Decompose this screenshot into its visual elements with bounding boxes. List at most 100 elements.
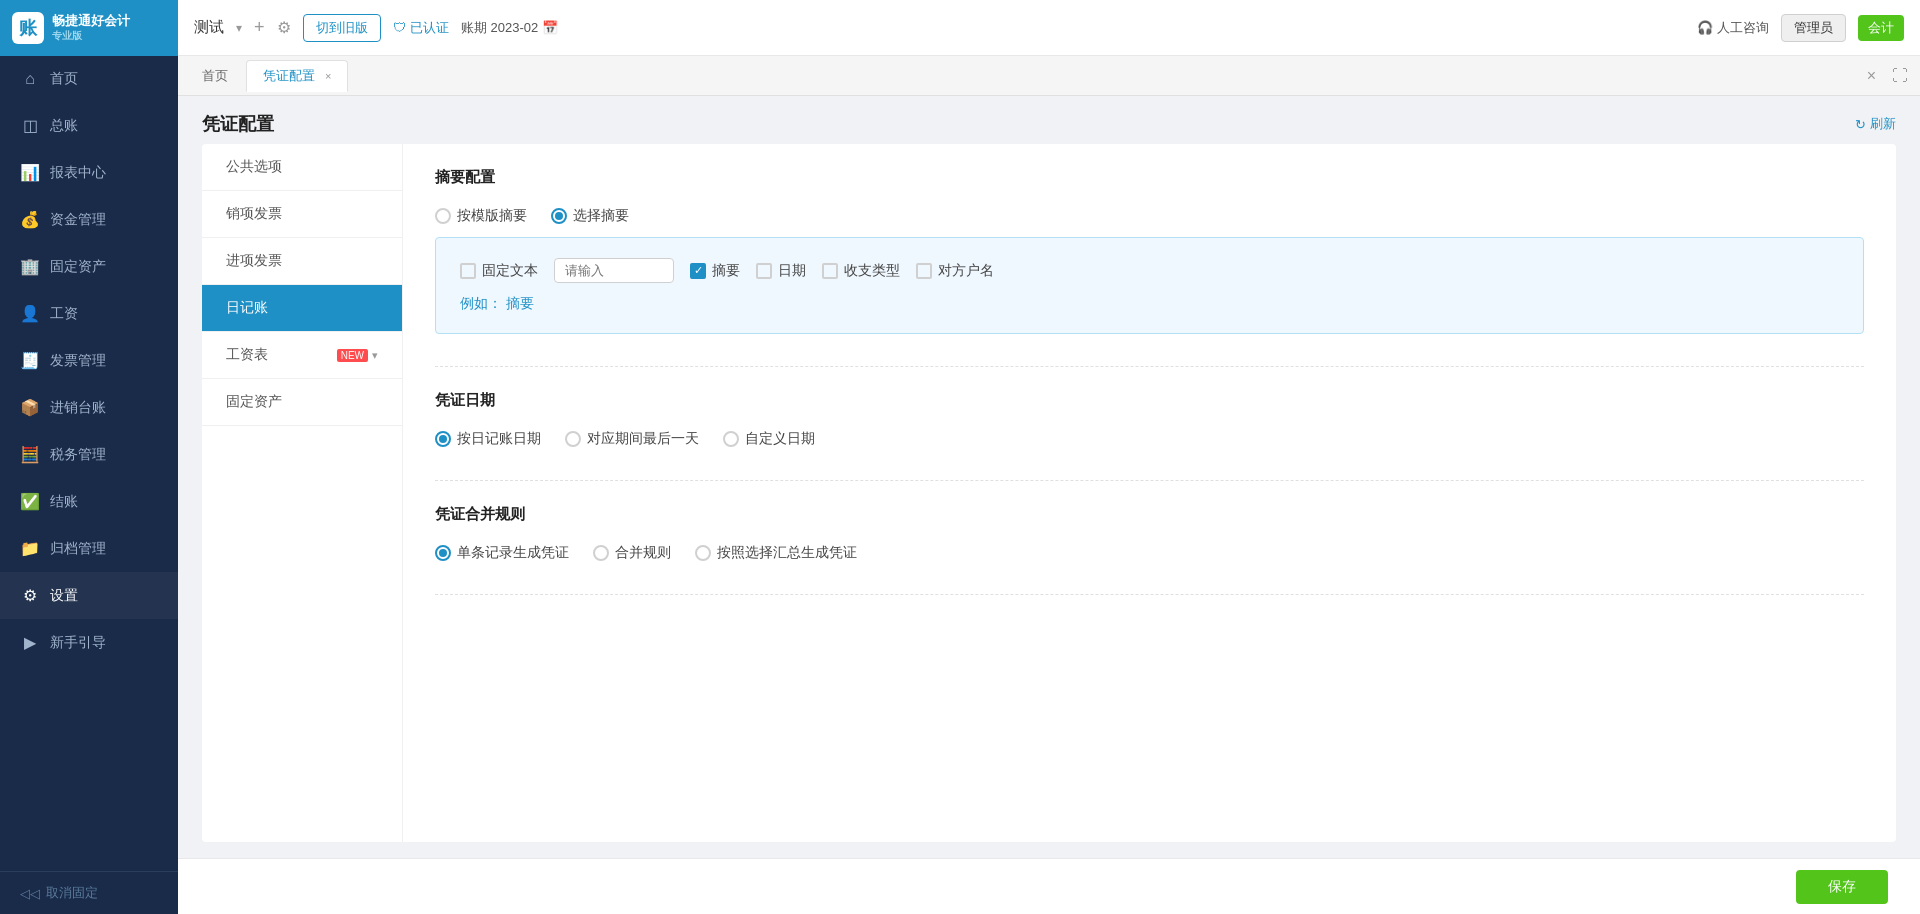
radio-template[interactable]: 按模版摘要 <box>435 207 527 225</box>
fixed-text-checkbox[interactable]: 固定文本 <box>460 262 538 280</box>
cancel-fixed-button[interactable]: ◁◁ 取消固定 <box>0 871 178 914</box>
sidebar-item-guide[interactable]: ▶ 新手引导 <box>0 619 178 666</box>
tab-close-icon[interactable]: × <box>325 70 331 82</box>
sidebar-item-reports[interactable]: 📊 报表中心 <box>0 149 178 196</box>
new-badge: NEW <box>337 349 368 362</box>
sidebar: 账 畅捷通好会计 专业版 ⌂ 首页 ◫ 总账 📊 报表中心 💰 资金管理 🏢 固… <box>0 0 178 914</box>
left-nav-journal-label: 日记账 <box>226 299 268 315</box>
refresh-icon: ↻ <box>1855 117 1866 132</box>
bottom-bar: 保存 <box>178 858 1920 914</box>
left-nav-payroll-table[interactable]: 工资表 NEW ▾ <box>202 332 402 379</box>
calendar-icon[interactable]: 📅 <box>542 20 558 35</box>
sidebar-item-label: 报表中心 <box>50 164 106 182</box>
fixed-text-input[interactable] <box>554 258 674 283</box>
summary-checkbox[interactable]: 摘要 <box>690 262 740 280</box>
counterpart-checkbox-box <box>916 263 932 279</box>
radio-merge-rule[interactable]: 合并规则 <box>593 544 671 562</box>
radio-period-last[interactable]: 对应期间最后一天 <box>565 430 699 448</box>
settings-icon: ⚙ <box>20 586 40 605</box>
tab-home[interactable]: 首页 <box>186 61 244 91</box>
radio-select-merge-circle <box>695 545 711 561</box>
switch-old-version-button[interactable]: 切到旧版 <box>303 14 381 42</box>
refresh-label: 刷新 <box>1870 115 1896 133</box>
app-logo-icon: 账 <box>12 12 44 44</box>
sidebar-item-label: 总账 <box>50 117 78 135</box>
archive-icon: 📁 <box>20 539 40 558</box>
summary-checkbox-box <box>690 263 706 279</box>
sidebar-item-home[interactable]: ⌂ 首页 <box>0 56 178 102</box>
shield-icon: 🛡 <box>393 20 406 35</box>
sidebar-item-invoice[interactable]: 🧾 发票管理 <box>0 337 178 384</box>
sidebar-nav: ⌂ 首页 ◫ 总账 📊 报表中心 💰 资金管理 🏢 固定资产 👤 工资 🧾 发票… <box>0 56 178 871</box>
sidebar-item-ledger[interactable]: ◫ 总账 <box>0 102 178 149</box>
tabbar: 首页 凭证配置 × × ⛶ <box>178 56 1920 96</box>
guide-icon: ▶ <box>20 633 40 652</box>
counterpart-checkbox[interactable]: 对方户名 <box>916 262 994 280</box>
sidebar-item-funds[interactable]: 💰 资金管理 <box>0 196 178 243</box>
radio-journal-date[interactable]: 按日记账日期 <box>435 430 541 448</box>
radio-journal-date-label: 按日记账日期 <box>457 430 541 448</box>
date-section-title: 凭证日期 <box>435 391 1864 410</box>
sidebar-item-label: 新手引导 <box>50 634 106 652</box>
divider-2 <box>435 480 1864 481</box>
app-sub: 专业版 <box>52 29 130 43</box>
consultant-label: 人工咨询 <box>1717 19 1769 37</box>
headset-icon: 🎧 <box>1697 20 1713 35</box>
sidebar-item-payroll[interactable]: 👤 工资 <box>0 290 178 337</box>
sidebar-item-label: 资金管理 <box>50 211 106 229</box>
radio-merge-rule-circle <box>593 545 609 561</box>
fixed-text-checkbox-box <box>460 263 476 279</box>
sidebar-item-label: 归档管理 <box>50 540 106 558</box>
divider-1 <box>435 366 1864 367</box>
tab-actions: × ⛶ <box>1863 63 1912 89</box>
left-nav-purchase-invoice[interactable]: 进项发票 <box>202 238 402 285</box>
example-text: 例如： 摘要 <box>460 295 1839 313</box>
refresh-button[interactable]: ↻ 刷新 <box>1855 115 1896 133</box>
company-chevron-icon[interactable]: ▾ <box>236 21 242 35</box>
radio-single-label: 单条记录生成凭证 <box>457 544 569 562</box>
verified-label: 已认证 <box>410 19 449 37</box>
payment-type-checkbox[interactable]: 收支类型 <box>822 262 900 280</box>
radio-custom-date[interactable]: 自定义日期 <box>723 430 815 448</box>
left-nav-sales-invoice[interactable]: 销项发票 <box>202 191 402 238</box>
radio-select[interactable]: 选择摘要 <box>551 207 629 225</box>
merge-section-title: 凭证合并规则 <box>435 505 1864 524</box>
add-company-button[interactable]: + <box>254 17 265 38</box>
sidebar-item-sales[interactable]: 📦 进销台账 <box>0 384 178 431</box>
left-nav-fixed-assets[interactable]: 固定资产 <box>202 379 402 426</box>
topbar-settings-icon[interactable]: ⚙ <box>277 18 291 37</box>
consultant-button[interactable]: 🎧 人工咨询 <box>1697 19 1769 37</box>
sidebar-item-label: 工资 <box>50 305 78 323</box>
tab-voucher-config[interactable]: 凭证配置 × <box>246 60 348 92</box>
date-checkbox[interactable]: 日期 <box>756 262 806 280</box>
home-icon: ⌂ <box>20 70 40 88</box>
payment-type-label: 收支类型 <box>844 262 900 280</box>
tax-icon: 🧮 <box>20 445 40 464</box>
left-nav-journal[interactable]: 日记账 <box>202 285 402 332</box>
manager-button[interactable]: 管理员 <box>1781 14 1846 42</box>
payroll-table-inner: 工资表 NEW ▾ <box>226 346 378 364</box>
cancel-fixed-label: 取消固定 <box>46 884 98 902</box>
tab-home-label: 首页 <box>202 67 228 85</box>
summary-section-title: 摘要配置 <box>435 168 1864 187</box>
sidebar-item-label: 进销台账 <box>50 399 106 417</box>
radio-single[interactable]: 单条记录生成凭证 <box>435 544 569 562</box>
app-name: 畅捷通好会计 <box>52 13 130 30</box>
expand-icon[interactable]: ⛶ <box>1888 63 1912 89</box>
sidebar-item-settings[interactable]: ⚙ 设置 <box>0 572 178 619</box>
radio-select-merge[interactable]: 按照选择汇总生成凭证 <box>695 544 857 562</box>
date-section: 凭证日期 按日记账日期 对应期间最后一天 自定义日期 <box>435 391 1864 448</box>
left-nav-public[interactable]: 公共选项 <box>202 144 402 191</box>
period-info: 账期 2023-02 📅 <box>461 19 559 37</box>
role-badge[interactable]: 会计 <box>1858 15 1904 41</box>
sidebar-item-closing[interactable]: ✅ 结账 <box>0 478 178 525</box>
sidebar-item-assets[interactable]: 🏢 固定资产 <box>0 243 178 290</box>
radio-journal-date-circle <box>435 431 451 447</box>
save-button[interactable]: 保存 <box>1796 870 1888 904</box>
tab-voucher-label: 凭证配置 <box>263 67 315 85</box>
close-window-icon[interactable]: × <box>1863 63 1880 89</box>
radio-merge-rule-label: 合并规则 <box>615 544 671 562</box>
summary-config-box: 固定文本 摘要 日期 <box>435 237 1864 334</box>
sidebar-item-archive[interactable]: 📁 归档管理 <box>0 525 178 572</box>
sidebar-item-tax[interactable]: 🧮 税务管理 <box>0 431 178 478</box>
